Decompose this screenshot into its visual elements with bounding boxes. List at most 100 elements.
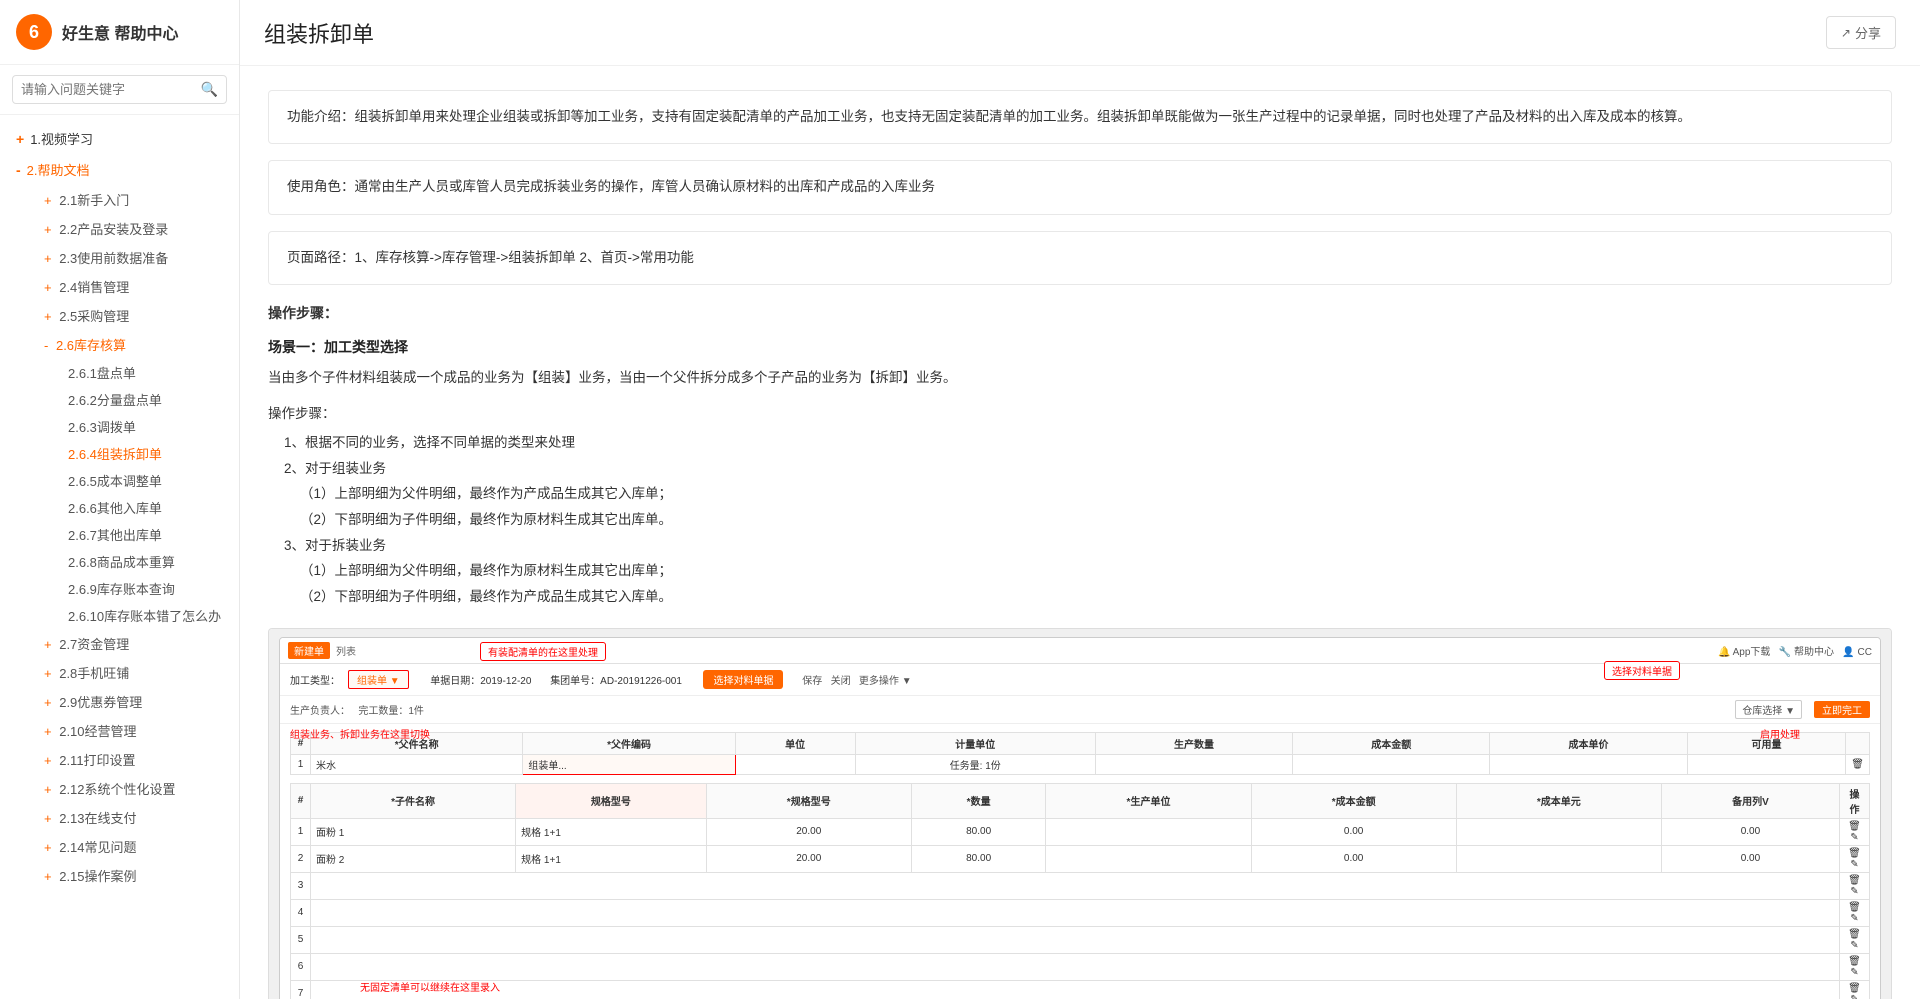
table-row — [311, 980, 1840, 999]
sidebar-item-finance[interactable]: + 2.7资金管理 — [20, 629, 239, 658]
expand-icon-video: + — [16, 131, 24, 147]
sidebar-item-online[interactable]: + 2.13在线支付 — [20, 803, 239, 832]
mock-save-btn[interactable]: 选择对料单据 — [703, 670, 783, 689]
table-row: 0.00 — [1251, 818, 1456, 845]
sidebar-item-inv3[interactable]: 2.6.3调拨单 — [32, 413, 239, 440]
sidebar-item-purchase[interactable]: + 2.5采购管理 — [20, 301, 239, 330]
table-row: 🗑 — [1846, 754, 1870, 774]
annotation-5: 无固定清单可以继续在这里录入 — [360, 979, 500, 994]
table-row — [311, 899, 1840, 926]
sidebar-item-mobile[interactable]: + 2.8手机旺铺 — [20, 658, 239, 687]
plus-icon-online: + — [44, 811, 52, 826]
plus-icon-purchase: + — [44, 309, 52, 324]
path-block: 页面路径：1、库存核算->库存管理->组装拆卸单 2、首页->常用功能 — [268, 231, 1892, 285]
sidebar-item-data[interactable]: + 2.3使用前数据准备 — [20, 243, 239, 272]
sidebar-item-install[interactable]: + 2.2产品安装及登录 — [20, 214, 239, 243]
mock-action-btns: 保存 关闭 更多操作 ▼ — [802, 672, 911, 687]
table-row — [311, 872, 1840, 899]
table-row: 1 — [291, 754, 311, 774]
table-row — [1687, 754, 1846, 774]
table-row: 80.00 — [911, 845, 1046, 872]
role-block: 使用角色：通常由生产人员或库管人员完成拆装业务的操作，库管人员确认原材料的出库和… — [268, 160, 1892, 214]
sidebar-item-sales[interactable]: + 2.4销售管理 — [20, 272, 239, 301]
sidebar-item-inventory[interactable]: - 2.6库存核算 — [20, 330, 239, 359]
sidebar-item-video[interactable]: + 1.视频学习 — [0, 123, 239, 154]
mock-date-label: 单据日期：2019-12-20 — [430, 672, 531, 687]
table-row: 20.00 — [706, 845, 911, 872]
sidebar-item-inv5[interactable]: 2.6.5成本调整单 — [32, 467, 239, 494]
table-row: 80.00 — [911, 818, 1046, 845]
sidebar-item-inv6[interactable]: 2.6.6其他入库单 — [32, 494, 239, 521]
table-row — [311, 953, 1840, 980]
mock-tab-active: 新建单 — [288, 642, 330, 659]
step2-sub2: （2）下部明细为子件明细，最终作为原材料生成其它出库单。 — [268, 507, 1892, 533]
step1: 1、根据不同的业务，选择不同单据的类型来处理 — [268, 430, 1892, 456]
scene-title: 场景一：加工类型选择 — [268, 337, 1892, 357]
table-row — [1046, 818, 1251, 845]
sidebar-item-coupon[interactable]: + 2.9优惠券管理 — [20, 687, 239, 716]
plus-icon-custom: + — [44, 782, 52, 797]
table-row: 面粉 2 — [311, 845, 516, 872]
search-area: 🔍 — [0, 65, 239, 115]
sidebar-item-inv9[interactable]: 2.6.9库存账本查询 — [32, 575, 239, 602]
sidebar-item-inv10[interactable]: 2.6.10库存账本错了怎么办 — [32, 602, 239, 629]
plus-icon-mobile: + — [44, 666, 52, 681]
step3: 3、对于拆装业务 — [268, 533, 1892, 559]
logo-area: 6 好生意 帮助中心 — [0, 0, 239, 65]
sidebar-item-custom[interactable]: + 2.12系统个性化设置 — [20, 774, 239, 803]
table-row: 规格 1+1 — [516, 845, 707, 872]
sidebar-item-inv1[interactable]: 2.6.1盘点单 — [32, 359, 239, 386]
table-row: 1 — [291, 818, 311, 845]
steps-title: 操作步骤： — [268, 303, 1892, 323]
table-row: 规格 1+1 — [516, 818, 707, 845]
step2-sub1: （1）上部明细为父件明细，最终作为产成品生成其它入库单； — [268, 481, 1892, 507]
table-row: 🗑 ✎ — [1840, 845, 1870, 872]
plus-icon-sales: + — [44, 280, 52, 295]
plus-icon-finance: + — [44, 637, 52, 652]
plus-icon-ops: + — [44, 724, 52, 739]
mock-docno-label: 集团单号：AD-20191226-001 — [550, 672, 682, 687]
sidebar-item-faq[interactable]: + 2.14常见问题 — [20, 832, 239, 861]
inventory-sub-list: 2.6.1盘点单 2.6.2分量盘点单 2.6.3调拨单 2.6.4组装拆卸单 … — [20, 359, 239, 629]
share-button[interactable]: ↗ 分享 — [1826, 16, 1896, 49]
collapse-icon-docs: - — [16, 162, 21, 178]
sidebar-item-inv4[interactable]: 2.6.4组装拆卸单 — [32, 440, 239, 467]
sidebar-item-inv7[interactable]: 2.6.7其他出库单 — [32, 521, 239, 548]
mock-form-type-label: 加工类型： — [290, 672, 340, 687]
mock-confirm-btn[interactable]: 立即完工 — [1814, 701, 1870, 718]
table-row: 5 — [291, 926, 311, 953]
header-bar: 组装拆卸单 ↗ 分享 — [240, 0, 1920, 66]
table-row: 4 — [291, 899, 311, 926]
search-input[interactable] — [21, 82, 201, 97]
logo-icon: 6 — [16, 14, 52, 50]
sidebar-item-inv2[interactable]: 2.6.2分量盘点单 — [32, 386, 239, 413]
step2: 2、对于组装业务 — [268, 456, 1892, 482]
table-row: 🗑 ✎ — [1840, 818, 1870, 845]
table-row — [1293, 754, 1490, 774]
sidebar-item-cases[interactable]: + 2.15操作案例 — [20, 861, 239, 890]
intro-block: 功能介绍：组装拆卸单用来处理企业组装或拆卸等加工业务，支持有固定装配清单的产品加… — [268, 90, 1892, 144]
main-content: 组装拆卸单 ↗ 分享 功能介绍：组装拆卸单用来处理企业组装或拆卸等加工业务，支持… — [240, 0, 1920, 999]
sidebar-item-docs[interactable]: - 2.帮助文档 — [0, 154, 239, 185]
table-row: 任务量: 1份 — [855, 754, 1095, 774]
mock-tab2: 列表 — [336, 643, 356, 658]
sidebar-item-inv8[interactable]: 2.6.8商品成本重算 — [32, 548, 239, 575]
sidebar-item-print[interactable]: + 2.11打印设置 — [20, 745, 239, 774]
table-row: 🗑 ✎ — [1840, 980, 1870, 999]
page-title: 组装拆卸单 — [264, 17, 374, 49]
search-box[interactable]: 🔍 — [12, 75, 227, 104]
table-row: 2 — [291, 845, 311, 872]
mock-stats: 生产负责人： 完工数量：1件 — [290, 702, 424, 717]
table-row: 🗑 ✎ — [1840, 953, 1870, 980]
nav-list: + 1.视频学习 - 2.帮助文档 + 2.1新手入门 + 2.2产品安装及登录… — [0, 115, 239, 999]
table-row: 3 — [291, 872, 311, 899]
sidebar-item-ops[interactable]: + 2.10经营管理 — [20, 716, 239, 745]
table-row: 7 — [291, 980, 311, 999]
plus-icon-new: + — [44, 193, 52, 208]
table-row — [1095, 754, 1292, 774]
table-row: 米水 — [311, 754, 523, 774]
search-icon[interactable]: 🔍 — [201, 81, 218, 98]
annotation-4: 启用处理 — [1760, 726, 1800, 741]
plus-icon-install: + — [44, 222, 52, 237]
sidebar-item-new[interactable]: + 2.1新手入门 — [20, 185, 239, 214]
